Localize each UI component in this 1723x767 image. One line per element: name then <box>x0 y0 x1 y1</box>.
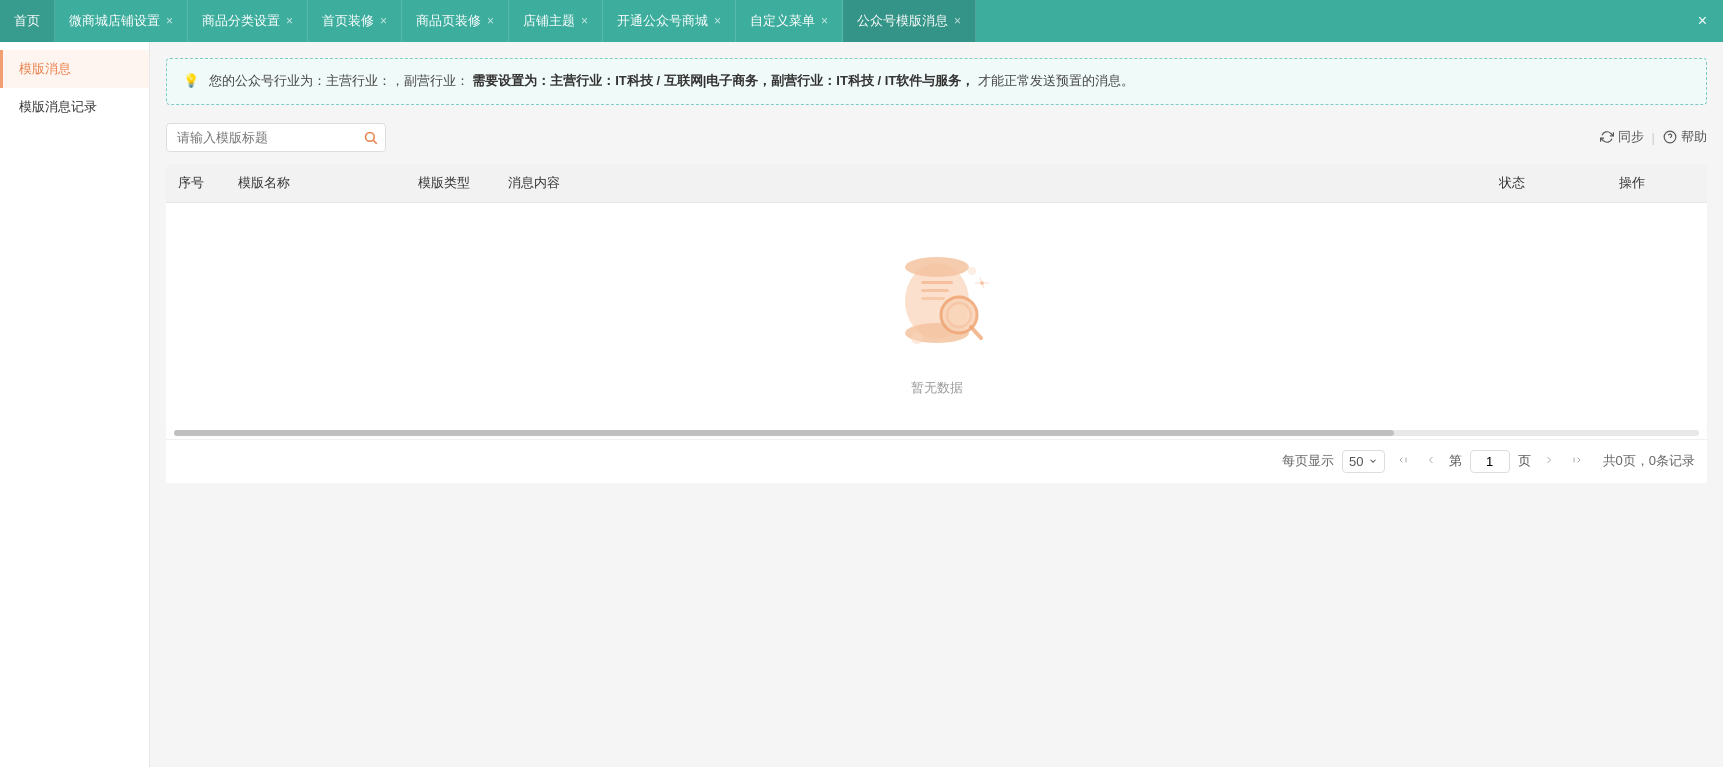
col-type: 模版类型 <box>406 164 496 203</box>
empty-text: 暂无数据 <box>166 379 1707 397</box>
close-category-settings[interactable]: × <box>286 14 293 28</box>
col-content: 消息内容 <box>496 164 1487 203</box>
close-homepage-decoration[interactable]: × <box>380 14 387 28</box>
search-bar: 同步 | 帮助 <box>166 123 1707 152</box>
main-content: 💡 您的公众号行业为：主营行业：，副营行业： 需要设置为：主营行业：IT科技 /… <box>150 42 1723 767</box>
svg-line-12 <box>971 327 981 338</box>
col-name: 模版名称 <box>226 164 406 203</box>
prev-page-icon <box>1425 454 1437 466</box>
nav-home[interactable]: 首页 <box>0 0 55 42</box>
nav-custom-menu[interactable]: 自定义菜单 × <box>736 0 843 42</box>
col-status: 状态 <box>1487 164 1607 203</box>
scrollbar-thumb <box>174 430 1394 436</box>
page-unit: 页 <box>1518 452 1531 470</box>
divider: | <box>1652 130 1655 145</box>
sidebar-item-template-message[interactable]: 模版消息 <box>0 50 149 88</box>
search-icon <box>363 130 378 145</box>
last-page-icon <box>1571 454 1583 466</box>
nav-homepage-decoration[interactable]: 首页装修 × <box>308 0 402 42</box>
nav-store-theme[interactable]: 店铺主题 × <box>509 0 603 42</box>
notice-prefix: 您的公众号行业为：主营行业：，副营行业： <box>209 73 469 88</box>
first-page-icon <box>1397 454 1409 466</box>
last-page-button[interactable] <box>1567 452 1587 471</box>
sync-button[interactable]: 同步 <box>1600 128 1644 146</box>
close-store-settings[interactable]: × <box>166 14 173 28</box>
col-seq: 序号 <box>166 164 226 203</box>
notice-icon: 💡 <box>183 73 199 88</box>
per-page-select[interactable]: 50 <box>1342 450 1384 473</box>
help-button[interactable]: 帮助 <box>1663 128 1707 146</box>
main-layout: 模版消息 模版消息记录 💡 您的公众号行业为：主营行业：，副营行业： 需要设置为… <box>0 42 1723 767</box>
empty-svg <box>877 243 997 363</box>
svg-point-0 <box>366 132 375 141</box>
empty-row: 暂无数据 <box>166 202 1707 427</box>
svg-point-13 <box>911 332 923 344</box>
help-icon <box>1663 130 1677 144</box>
pagination: 每页显示 50 第 页 <box>166 439 1707 483</box>
col-action: 操作 <box>1607 164 1707 203</box>
empty-illustration <box>877 243 997 363</box>
nav-store-settings[interactable]: 微商城店铺设置 × <box>55 0 188 42</box>
svg-point-14 <box>968 267 976 275</box>
prev-page-button[interactable] <box>1421 452 1441 471</box>
nav-template-message[interactable]: 公众号模版消息 × <box>843 0 976 42</box>
scrollbar-area <box>166 427 1707 439</box>
svg-rect-9 <box>921 297 945 300</box>
search-right: 同步 | 帮助 <box>1600 128 1707 146</box>
search-button[interactable] <box>363 130 378 145</box>
nav-open-mall[interactable]: 开通公众号商城 × <box>603 0 736 42</box>
sync-icon <box>1600 130 1614 144</box>
close-store-theme[interactable]: × <box>581 14 588 28</box>
notice-highlight: 需要设置为：主营行业：IT科技 / 互联网|电子商务，副营行业：IT科技 / I… <box>472 73 974 88</box>
close-all-button[interactable]: × <box>1682 0 1723 42</box>
notice-suffix: 才能正常发送预置的消息。 <box>978 73 1134 88</box>
search-input-wrap <box>166 123 386 152</box>
empty-state: 暂无数据 <box>166 203 1707 427</box>
chevron-down-icon <box>1368 456 1378 466</box>
search-input[interactable] <box>166 123 386 152</box>
close-product-decoration[interactable]: × <box>487 14 494 28</box>
total-info: 共0页，0条记录 <box>1603 452 1695 470</box>
next-page-icon <box>1543 454 1555 466</box>
sidebar-item-template-message-record[interactable]: 模版消息记录 <box>0 88 149 126</box>
close-custom-menu[interactable]: × <box>821 14 828 28</box>
nav-category-settings[interactable]: 商品分类设置 × <box>188 0 308 42</box>
close-open-mall[interactable]: × <box>714 14 721 28</box>
page-number-input[interactable] <box>1470 450 1510 473</box>
svg-rect-8 <box>921 289 949 292</box>
svg-line-1 <box>373 140 376 143</box>
next-page-button[interactable] <box>1539 452 1559 471</box>
notice-box: 💡 您的公众号行业为：主营行业：，副营行业： 需要设置为：主营行业：IT科技 /… <box>166 58 1707 105</box>
first-page-button[interactable] <box>1393 452 1413 471</box>
close-template-message[interactable]: × <box>954 14 961 28</box>
svg-rect-7 <box>921 281 953 284</box>
data-table: 序号 模版名称 模版类型 消息内容 状态 操作 <box>166 164 1707 427</box>
table-header-row: 序号 模版名称 模版类型 消息内容 状态 操作 <box>166 164 1707 203</box>
page-label: 第 <box>1449 452 1462 470</box>
per-page-label: 每页显示 <box>1282 452 1334 470</box>
search-left <box>166 123 386 152</box>
scrollbar-track[interactable] <box>174 430 1699 436</box>
top-navigation: 首页 微商城店铺设置 × 商品分类设置 × 首页装修 × 商品页装修 × 店铺主… <box>0 0 1723 42</box>
svg-point-5 <box>905 257 969 277</box>
nav-product-decoration[interactable]: 商品页装修 × <box>402 0 509 42</box>
sidebar: 模版消息 模版消息记录 <box>0 42 150 767</box>
